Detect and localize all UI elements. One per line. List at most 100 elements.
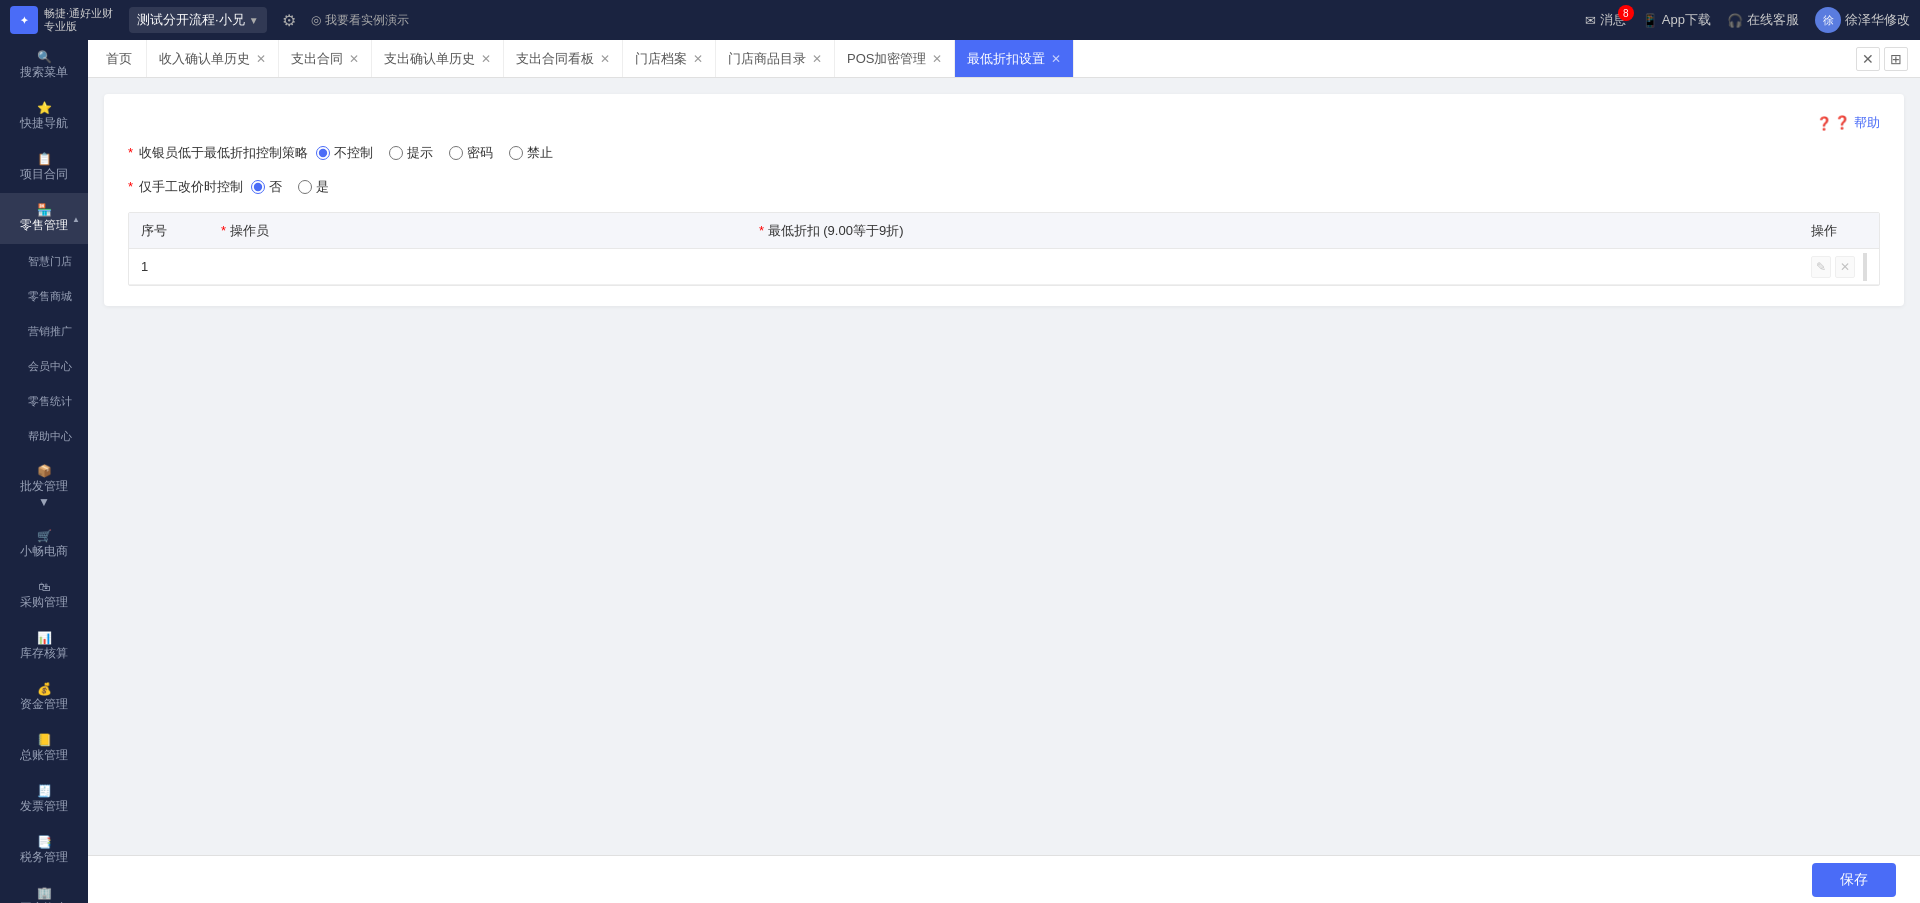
tab-close-all-btn[interactable]: ✕ — [1856, 47, 1880, 71]
sidebar-item-purchase-mgmt[interactable]: 🛍 采购管理 — [0, 570, 88, 621]
sidebar-item-batch-mgmt[interactable]: 📦 批发管理 — [0, 454, 88, 519]
tab-payment-contract-board[interactable]: 支出合同看板 ✕ — [504, 40, 623, 78]
tab-payment-confirm-history[interactable]: 支出确认单历史 ✕ — [372, 40, 504, 78]
project-name: 测试分开流程·小兄 — [137, 11, 245, 29]
purchase-icon: 🛍 — [4, 580, 84, 594]
settings-card: ❓ ❓ 帮助 * 收银员低于最低折扣控制策略 不控制 — [104, 94, 1904, 306]
sidebar-item-ecommerce[interactable]: 🛒 小畅电商 — [0, 519, 88, 570]
sidebar-item-search[interactable]: 🔍 搜索菜单 — [0, 40, 88, 91]
ecommerce-icon: 🛒 — [4, 529, 84, 543]
save-button[interactable]: 保存 — [1812, 863, 1896, 897]
sidebar-item-accounting[interactable]: 📒 总账管理 — [0, 723, 88, 774]
tab-income-history[interactable]: 收入确认单历史 ✕ — [147, 40, 279, 78]
content-area: 首页 收入确认单历史 ✕ 支出合同 ✕ 支出确认单历史 ✕ 支出合同看板 ✕ 门… — [88, 40, 1920, 903]
manual-price-radio-group: 否 是 — [251, 178, 329, 196]
tab-pos-password[interactable]: POS加密管理 ✕ — [835, 40, 955, 78]
sidebar-item-retail-stats[interactable]: 零售统计 — [0, 384, 88, 419]
tab-close-store-products[interactable]: ✕ — [812, 53, 822, 65]
cashier-radio-no-control[interactable] — [316, 146, 330, 160]
tab-store-products[interactable]: 门店商品目录 ✕ — [716, 40, 835, 78]
demo-link[interactable]: ◎ 我要看实例演示 — [311, 12, 409, 29]
manual-price-label: * 仅手工改价时控制 — [128, 178, 243, 196]
cashier-option-hint[interactable]: 提示 — [389, 144, 433, 162]
sidebar-item-smart-store[interactable]: 智慧门店 — [0, 244, 88, 279]
sidebar-item-inventory[interactable]: 📊 库存核算 — [0, 621, 88, 672]
page-content: ❓ ❓ 帮助 * 收银员低于最低折扣控制策略 不控制 — [88, 78, 1920, 855]
invoice-icon: 🧾 — [4, 784, 84, 798]
top-center: 测试分开流程·小兄 ▼ ⚙ ◎ 我要看实例演示 — [129, 6, 1585, 34]
fixed-assets-icon: 🏢 — [4, 886, 84, 900]
tab-close-store-file[interactable]: ✕ — [693, 53, 703, 65]
sidebar-item-tax-mgmt[interactable]: 📑 税务管理 — [0, 825, 88, 876]
sidebar-item-member-center[interactable]: 会员中心 — [0, 349, 88, 384]
sidebar-item-shortcut[interactable]: ⭐ 快捷导航 — [0, 91, 88, 142]
sidebar-item-project-contract[interactable]: 📋 项目合同 — [0, 142, 88, 193]
tab-bar-actions: ✕ ⊞ — [1848, 47, 1916, 71]
row-drag-handle[interactable] — [1863, 253, 1867, 281]
manual-option-yes[interactable]: 是 — [298, 178, 329, 196]
tab-bar: 首页 收入确认单历史 ✕ 支出合同 ✕ 支出确认单历史 ✕ 支出合同看板 ✕ 门… — [88, 40, 1920, 78]
inventory-icon: 📊 — [4, 631, 84, 645]
cashier-policy-row: * 收银员低于最低折扣控制策略 不控制 提示 — [128, 144, 1880, 162]
messages-btn[interactable]: ✉ 消息 8 — [1585, 11, 1626, 29]
cashier-policy-radio-group: 不控制 提示 密码 禁止 — [316, 144, 553, 162]
manual-option-no[interactable]: 否 — [251, 178, 282, 196]
cashier-radio-forbid[interactable] — [509, 146, 523, 160]
tab-more-btn[interactable]: ⊞ — [1884, 47, 1908, 71]
tab-close-payment-contract[interactable]: ✕ — [349, 53, 359, 65]
gear-icon[interactable]: ⚙ — [275, 6, 303, 34]
tab-close-pos-password[interactable]: ✕ — [932, 53, 942, 65]
demo-circle-icon: ◎ — [311, 13, 321, 27]
logo-text: 畅捷·通好业财 专业版 — [44, 7, 113, 33]
cashier-radio-hint[interactable] — [389, 146, 403, 160]
manual-radio-yes[interactable] — [298, 180, 312, 194]
cashier-option-no-control[interactable]: 不控制 — [316, 144, 373, 162]
batch-icon: 📦 — [4, 464, 84, 478]
tab-close-payment-confirm-history[interactable]: ✕ — [481, 53, 491, 65]
manual-radio-no[interactable] — [251, 180, 265, 194]
help-icon: ❓ — [1816, 116, 1832, 131]
cashier-option-forbid[interactable]: 禁止 — [509, 144, 553, 162]
sidebar-item-retail-mgmt[interactable]: 🏪 零售管理 — [0, 193, 88, 244]
tab-close-income-history[interactable]: ✕ — [256, 53, 266, 65]
main-layout: 🔍 搜索菜单 ⭐ 快捷导航 📋 项目合同 🏪 零售管理 智慧门店 零售商城 营销… — [0, 40, 1920, 903]
retail-icon: 🏪 — [4, 203, 84, 217]
sidebar-item-marketing[interactable]: 营销推广 — [0, 314, 88, 349]
sidebar-item-fixed-assets[interactable]: 🏢 固定资产 — [0, 876, 88, 903]
tab-home[interactable]: 首页 — [92, 40, 147, 78]
headset-icon: 🎧 — [1727, 13, 1743, 28]
bottom-bar: 保存 — [88, 855, 1920, 903]
app-download-btn[interactable]: 📱 App下载 — [1642, 11, 1711, 29]
project-selector[interactable]: 测试分开流程·小兄 ▼ — [129, 7, 267, 33]
sidebar: 🔍 搜索菜单 ⭐ 快捷导航 📋 项目合同 🏪 零售管理 智慧门店 零售商城 营销… — [0, 40, 88, 903]
tab-close-min-discount[interactable]: ✕ — [1051, 53, 1061, 65]
download-icon: 📱 — [1642, 13, 1658, 28]
search-icon: 🔍 — [4, 50, 84, 64]
help-link[interactable]: ❓ ❓ 帮助 — [1816, 114, 1880, 132]
sidebar-item-help-center[interactable]: 帮助中心 — [0, 419, 88, 454]
message-icon: ✉ — [1585, 13, 1596, 28]
cashier-policy-label: * 收银员低于最低折扣控制策略 — [128, 144, 308, 162]
row-delete-btn[interactable]: ✕ — [1835, 256, 1855, 278]
online-service-btn[interactable]: 🎧 在线客服 — [1727, 11, 1799, 29]
chevron-down-icon: ▼ — [249, 15, 259, 26]
contract-icon: 📋 — [4, 152, 84, 166]
sidebar-item-invoice-mgmt[interactable]: 🧾 发票管理 — [0, 774, 88, 825]
tab-payment-contract[interactable]: 支出合同 ✕ — [279, 40, 372, 78]
col-header-seq: 序号 — [129, 222, 209, 240]
tab-close-payment-contract-board[interactable]: ✕ — [600, 53, 610, 65]
row-edit-btn[interactable]: ✎ — [1811, 256, 1831, 278]
cashier-required-marker: * — [128, 145, 133, 160]
tab-min-discount[interactable]: 最低折扣设置 ✕ — [955, 40, 1074, 78]
capital-icon: 💰 — [4, 682, 84, 696]
cashier-option-password[interactable]: 密码 — [449, 144, 493, 162]
logo-icon: ✦ — [10, 6, 38, 34]
tab-store-file[interactable]: 门店档案 ✕ — [623, 40, 716, 78]
shortcut-icon: ⭐ — [4, 101, 84, 115]
sidebar-item-retail-mall[interactable]: 零售商城 — [0, 279, 88, 314]
manual-required-marker: * — [128, 179, 133, 194]
avatar: 徐 — [1815, 7, 1841, 33]
user-btn[interactable]: 徐 徐泽华修改 — [1815, 7, 1910, 33]
cashier-radio-password[interactable] — [449, 146, 463, 160]
sidebar-item-capital-mgmt[interactable]: 💰 资金管理 — [0, 672, 88, 723]
